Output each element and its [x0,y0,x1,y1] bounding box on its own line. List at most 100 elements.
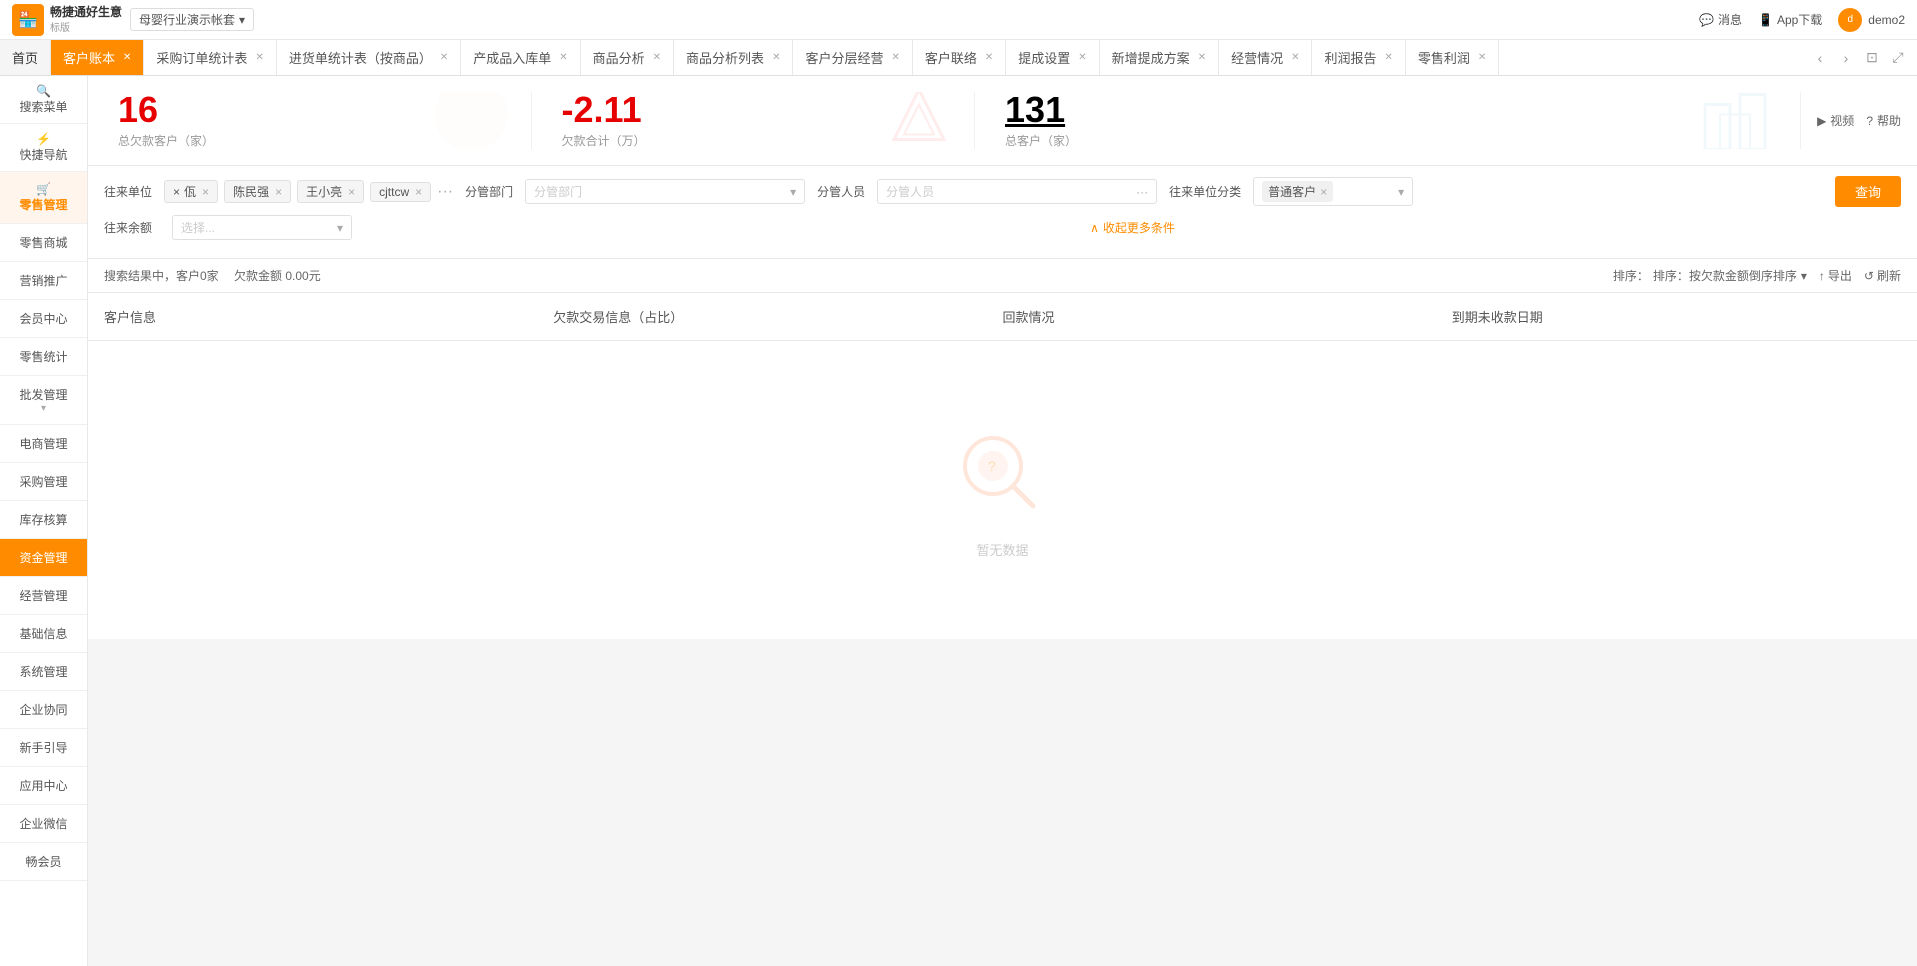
logo-area: 🏪 畅捷通好生意 标版 [12,4,122,36]
result-bar-right: 排序： 排序：按欠款金额倒序排序 ▾ ↑ 导出 ↺ 刷新 [1613,267,1901,284]
sidebar-item-marketing[interactable]: 营销推广 [0,262,87,300]
close-tab-icon[interactable]: ✕ [559,52,567,63]
message-btn[interactable]: 💬 消息 [1699,11,1742,28]
remove-category-icon[interactable]: × [1320,185,1327,199]
empty-label: 暂无数据 [976,540,1028,559]
empty-icon: ? [953,421,1053,540]
stats-actions: ▶ 视频 ? 帮助 [1801,112,1917,129]
tab-customer-tier[interactable]: 客户分层经营 ✕ [793,40,912,76]
sidebar: 🔍 搜索菜单 ⚡ 快捷导航 🛒 零售管理 零售商城 营销推广 会员中心 零售统计… [0,76,88,966]
help-btn[interactable]: ? 帮助 [1866,112,1901,129]
sidebar-quick-nav[interactable]: ⚡ 快捷导航 [0,124,87,172]
query-button[interactable]: 查询 [1835,176,1901,207]
sort-select[interactable]: 排序： 排序：按欠款金额倒序排序 ▾ [1613,267,1807,284]
close-tab-icon[interactable]: ✕ [1291,52,1299,63]
result-bar: 搜索结果中，客户0家 欠款金额 0.00元 排序： 排序：按欠款金额倒序排序 ▾… [88,259,1917,293]
filter-row-2: 往来余额 选择... ▾ ∧ 收起更多条件 [104,215,1901,240]
sidebar-item-app-center[interactable]: 应用中心 [0,767,87,805]
close-tab-icon[interactable]: ✕ [440,52,448,63]
col-debt-info: 欠款交易信息（占比） [553,303,1002,330]
sort-chevron-icon: ▾ [1801,269,1807,283]
stat1-label: 总欠款客户（家） [118,132,214,149]
tab-stock-stats[interactable]: 进货单统计表（按商品） ✕ [277,40,461,76]
remove-tag-icon[interactable]: × [415,185,422,199]
logo-sub: 标版 [50,19,122,34]
unit-tag-4: cjttcw × [370,182,431,202]
chevron-down-icon: ▾ [790,185,796,199]
demo-selector[interactable]: 母婴行业演示帐套 ▾ [130,8,254,31]
chevron-down-icon: ▾ [337,221,343,235]
tab-product-analysis-list[interactable]: 商品分析列表 ✕ [674,40,793,76]
person-select[interactable]: 分管人员 ··· [877,179,1157,204]
balance-filter-label: 往来余额 [104,219,152,236]
sidebar-item-retail-stats[interactable]: 零售统计 [0,338,87,376]
tab-retail-profit[interactable]: 零售利润 ✕ [1406,40,1499,76]
tab-home[interactable]: 首页 [0,40,51,76]
balance-select[interactable]: 选择... ▾ [172,215,352,240]
close-tab-icon[interactable]: ✕ [1478,52,1486,63]
close-tab-icon[interactable]: ✕ [891,52,899,63]
close-tab-icon[interactable]: ✕ [1198,52,1206,63]
nav-next-btn[interactable]: › [1835,47,1857,69]
sidebar-item-retail-mall[interactable]: 零售商城 [0,224,87,262]
download-icon: 📱 [1758,13,1773,27]
sidebar-item-purchase[interactable]: 采购管理 [0,463,87,501]
sidebar-item-enterprise-wechat[interactable]: 企业微信 [0,805,87,843]
remove-tag-icon[interactable]: × [275,185,282,199]
sidebar-item-new-guide[interactable]: 新手引导 [0,729,87,767]
tab-add-commission[interactable]: 新增提成方案 ✕ [1100,40,1219,76]
tab-business-status[interactable]: 经营情况 ✕ [1219,40,1312,76]
nav-tabs: 首页 客户账本 ✕ 采购订单统计表 ✕ 进货单统计表（按商品） ✕ 产成品入库单… [0,40,1917,76]
logo-icon: 🏪 [12,4,44,36]
tab-product-inbound[interactable]: 产成品入库单 ✕ [461,40,580,76]
tab-commission-setting[interactable]: 提成设置 ✕ [1006,40,1099,76]
sidebar-item-finance[interactable]: 资金管理 [0,539,87,577]
coin-icon: ¥ [431,92,511,149]
tab-customer-contact[interactable]: 客户联络 ✕ [913,40,1006,76]
col-customer-info: 客户信息 [104,303,553,330]
collapse-btn[interactable]: ∧ 收起更多条件 [1090,219,1175,236]
sidebar-item-operations[interactable]: 经营管理 [0,577,87,615]
close-tab-icon[interactable]: ✕ [1385,52,1393,63]
sidebar-item-inventory[interactable]: 库存核算 [0,501,87,539]
sidebar-item-enterprise-collab[interactable]: 企业协同 [0,691,87,729]
tab-purchase-order[interactable]: 采购订单统计表 ✕ [144,40,276,76]
refresh-btn[interactable]: ↺ 刷新 [1864,267,1901,284]
user-area[interactable]: d demo2 [1838,8,1905,32]
sidebar-item-retail-manage[interactable]: 🛒 零售管理 [0,172,87,224]
nav-expand-btn[interactable]: ⊡ [1861,47,1883,69]
sidebar-item-system[interactable]: 系统管理 [0,653,87,691]
sidebar-item-chang-member[interactable]: 畅会员 [0,843,87,881]
close-tab-icon[interactable]: ✕ [653,52,661,63]
sidebar-item-wholesale[interactable]: 批发管理 ▾ [0,376,87,425]
unit-tag-1: × 佤 × [164,180,218,203]
tab-profit-report[interactable]: 利润报告 ✕ [1312,40,1405,76]
close-tab-icon[interactable]: ✕ [123,52,131,63]
tab-customer-ledger[interactable]: 客户账本 ✕ [51,40,144,76]
export-btn[interactable]: ↑ 导出 [1819,267,1852,284]
nav-fullscreen-btn[interactable]: ⤢ [1887,47,1909,69]
close-tab-icon[interactable]: ✕ [255,52,263,63]
remove-tag-icon[interactable]: × [348,185,355,199]
close-tab-icon[interactable]: ✕ [985,52,993,63]
close-tab-icon[interactable]: ✕ [772,52,780,63]
category-select[interactable]: 普通客户 × ▾ [1253,177,1413,206]
app-download-btn[interactable]: 📱 App下载 [1758,11,1822,28]
video-btn[interactable]: ▶ 视频 [1817,112,1854,129]
nav-prev-btn[interactable]: ‹ [1809,47,1831,69]
close-tab-icon[interactable]: ✕ [1078,52,1086,63]
sidebar-item-basic-info[interactable]: 基础信息 [0,615,87,653]
stat2-label: 欠款合计（万） [562,132,646,149]
tab-product-analysis[interactable]: 商品分析 ✕ [581,40,674,76]
dept-select[interactable]: 分管部门 ▾ [525,179,805,204]
chevron-up-icon: ∧ [1090,221,1099,235]
filter-bar: 往来单位 × 佤 × 陈民强 × 王小亮 × [88,166,1917,259]
remove-tag-icon[interactable]: × [202,185,209,199]
more-tags-btn[interactable]: ··· [437,183,453,201]
sidebar-item-member-center[interactable]: 会员中心 [0,300,87,338]
stat-total-customers: 131 总客户（家） [975,92,1801,149]
sidebar-search[interactable]: 🔍 搜索菜单 [0,76,87,124]
sidebar-item-ecommerce[interactable]: 电商管理 [0,425,87,463]
stat-total-debt-customers: ¥ 16 总欠款客户（家） [88,92,532,149]
top-bar-left: 🏪 畅捷通好生意 标版 母婴行业演示帐套 ▾ [12,4,254,36]
